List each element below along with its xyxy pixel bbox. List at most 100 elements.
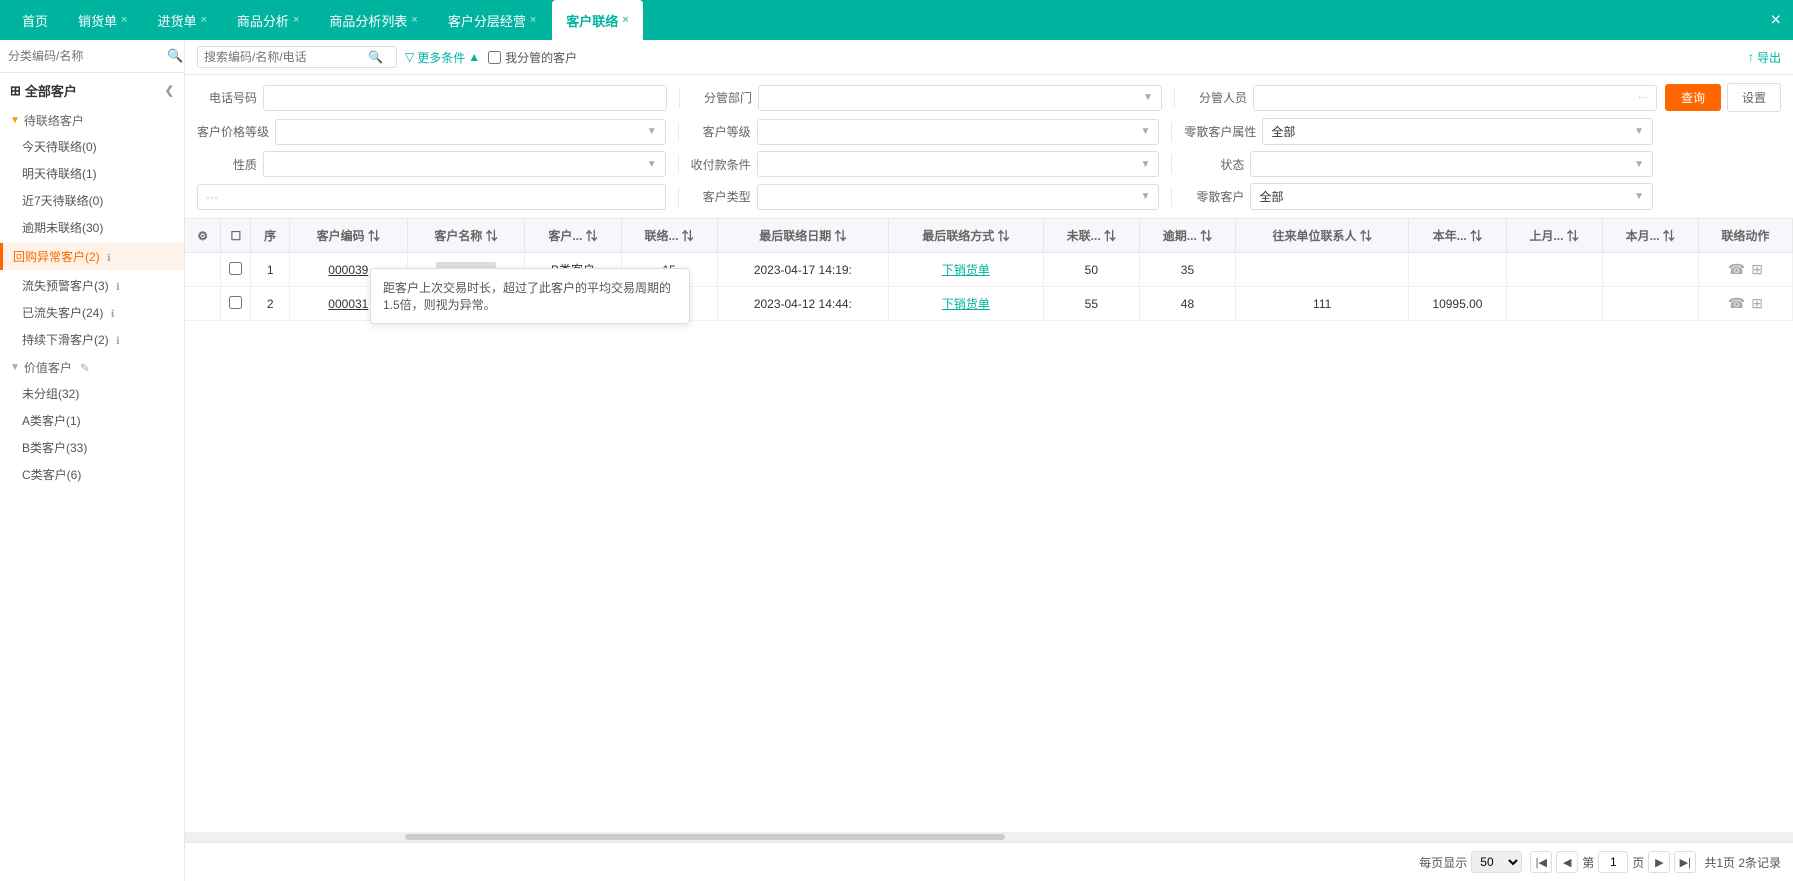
nav-item-customer-contact[interactable]: 客户联络 × — [552, 0, 642, 40]
filter-search-input[interactable] — [204, 50, 364, 64]
last-method-link[interactable]: 下销货单 — [942, 297, 990, 311]
action-cell: ☎ ⊞ — [1698, 253, 1792, 287]
sidebar-item-repurchase-abnormal[interactable]: 回购异常客户(2) ℹ — [0, 243, 184, 270]
export-button[interactable]: ↑ 导出 — [1748, 49, 1781, 66]
row-checkbox[interactable] — [229, 296, 242, 309]
next-page-button[interactable]: ▶ — [1648, 851, 1670, 873]
last-month-col-header[interactable]: 上月... ⇅ — [1506, 219, 1602, 253]
sidebar-group-value[interactable]: ▼ 价值客户 ✎ — [0, 353, 184, 380]
settings-button[interactable]: 设置 — [1727, 83, 1781, 112]
sidebar-search-input[interactable] — [8, 49, 163, 63]
my-customers-checkbox[interactable]: 我分管的客户 — [488, 49, 577, 66]
person-select[interactable]: ··· — [1253, 85, 1657, 111]
edit-icon[interactable]: ✎ — [80, 361, 90, 375]
sidebar-item-class-c[interactable]: C类客户(6) — [0, 461, 184, 488]
all-customers-header[interactable]: ⊞ 全部客户 ❮ — [0, 73, 184, 106]
nav-item-analysis-list[interactable]: 商品分析列表 × — [315, 0, 431, 40]
grid-action-icon[interactable]: ⊞ — [1751, 261, 1763, 278]
nature-select[interactable]: ▼ — [263, 151, 666, 177]
nav-item-purchase[interactable]: 进货单 × — [143, 0, 220, 40]
row-checkbox[interactable] — [229, 262, 242, 275]
my-customers-check[interactable] — [488, 51, 501, 64]
close-all-button[interactable]: × — [1770, 10, 1781, 31]
payment-select[interactable]: ▼ — [757, 151, 1160, 177]
close-icon[interactable]: × — [293, 14, 299, 26]
filter-field-price-level: 客户价格等级 ▼ — [197, 119, 666, 145]
collapse-icon[interactable]: ❮ — [165, 84, 174, 97]
last-method-cell[interactable]: 下销货单 — [889, 287, 1044, 321]
this-month-cell — [1602, 253, 1698, 287]
dept-select[interactable]: ▼ — [758, 85, 1162, 111]
first-page-button[interactable]: |◀ — [1530, 851, 1552, 873]
phone-action-icon[interactable]: ☎ — [1728, 261, 1745, 278]
customer-level-select[interactable]: ▼ — [757, 119, 1160, 145]
scrollbar-thumb[interactable] — [405, 834, 1005, 840]
seq-cell: 1 — [251, 253, 290, 287]
checkbox-cell[interactable] — [221, 287, 251, 321]
sidebar-item-class-b[interactable]: B类客户(33) — [0, 434, 184, 461]
page-input[interactable] — [1598, 851, 1628, 873]
sidebar-item-overdue[interactable]: 逾期未联络(30) — [0, 214, 184, 241]
more-button[interactable]: ··· — [197, 184, 666, 210]
last-page-button[interactable]: ▶| — [1674, 851, 1696, 873]
last-method-cell[interactable]: 下销货单 — [889, 253, 1044, 287]
type-col-header[interactable]: 客户... ⇅ — [525, 219, 621, 253]
top-navigation: 首页 销货单 × 进货单 × 商品分析 × 商品分析列表 × 客户分层经营 × … — [0, 0, 1793, 40]
checkbox-col-header[interactable]: ☐ — [221, 219, 251, 253]
phone-input[interactable] — [263, 85, 667, 111]
info-icon: ℹ — [116, 336, 120, 347]
per-page-select[interactable]: 50 100 200 — [1471, 851, 1522, 873]
last-date-col-header[interactable]: 最后联络日期 ⇅ — [717, 219, 888, 253]
close-icon[interactable]: × — [622, 14, 628, 26]
nav-item-customer-mgmt[interactable]: 客户分层经营 × — [434, 0, 550, 40]
prev-page-button[interactable]: ◀ — [1556, 851, 1578, 873]
horizontal-scrollbar[interactable] — [185, 832, 1793, 842]
name-col-header[interactable]: 客户名称 ⇅ — [407, 219, 525, 253]
price-level-select[interactable]: ▼ — [275, 119, 666, 145]
scatter-attr-select[interactable]: 全部 ▼ — [1262, 118, 1653, 145]
overdue-cell: 35 — [1139, 253, 1235, 287]
sidebar-item-7days[interactable]: 近7天待联络(0) — [0, 187, 184, 214]
action-icons: ☎ ⊞ — [1705, 261, 1786, 278]
more-conditions-button[interactable]: ▽ 更多条件 ▲ — [405, 49, 480, 66]
filter-field-person: 分管人员 ··· — [1187, 85, 1657, 111]
sidebar-item-churn-warning[interactable]: 流失预警客户(3) ℹ — [0, 272, 184, 299]
sidebar-item-class-a[interactable]: A类客户(1) — [0, 407, 184, 434]
sidebar-item-ungroup[interactable]: 未分组(32) — [0, 380, 184, 407]
sidebar-item-today[interactable]: 今天待联络(0) — [0, 133, 184, 160]
this-year-col-header[interactable]: 本年... ⇅ — [1409, 219, 1506, 253]
status-select[interactable]: ▼ — [1250, 151, 1653, 177]
sidebar-item-declining[interactable]: 持续下滑客户(2) ℹ — [0, 326, 184, 353]
sidebar-item-churned[interactable]: 已流失客户(24) ℹ — [0, 299, 184, 326]
scatter-customer-select[interactable]: 全部 ▼ — [1250, 183, 1653, 210]
phone-action-icon[interactable]: ☎ — [1728, 295, 1745, 312]
close-icon[interactable]: × — [530, 14, 536, 26]
action-cell: ☎ ⊞ — [1698, 287, 1792, 321]
nav-item-home[interactable]: 首页 — [8, 0, 62, 40]
close-icon[interactable]: × — [121, 14, 127, 26]
code-col-header[interactable]: 客户编码 ⇅ — [289, 219, 407, 253]
contact-person-col-header[interactable]: 往来单位联系人 ⇅ — [1236, 219, 1409, 253]
nav-item-analysis[interactable]: 商品分析 × — [223, 0, 313, 40]
query-button[interactable]: 查询 — [1665, 84, 1721, 111]
grid-action-icon[interactable]: ⊞ — [1751, 295, 1763, 312]
checkbox-cell[interactable] — [221, 253, 251, 287]
filter-field-more: ··· — [197, 184, 666, 210]
sidebar-item-tomorrow[interactable]: 明天待联络(1) — [0, 160, 184, 187]
close-icon[interactable]: × — [411, 14, 417, 26]
close-icon[interactable]: × — [200, 14, 206, 26]
sidebar-group-pending[interactable]: ▼ 待联络客户 — [0, 106, 184, 133]
last-method-col-header[interactable]: 最后联络方式 ⇅ — [889, 219, 1044, 253]
no-contact-col-header[interactable]: 未联... ⇅ — [1043, 219, 1139, 253]
overdue-col-header[interactable]: 逾期... ⇅ — [1139, 219, 1235, 253]
search-icon[interactable]: 🔍 — [167, 48, 183, 64]
this-month-col-header[interactable]: 本月... ⇅ — [1602, 219, 1698, 253]
customer-type-select[interactable]: ▼ — [757, 184, 1160, 210]
scatter-customer-label: 零散客户 — [1184, 188, 1244, 205]
last-method-link[interactable]: 下销货单 — [942, 263, 990, 277]
contact-col-header[interactable]: 联络... ⇅ — [621, 219, 717, 253]
search-icon[interactable]: 🔍 — [368, 50, 383, 64]
chevron-down-icon: ▼ — [1140, 126, 1150, 137]
nav-item-sales[interactable]: 销货单 × — [64, 0, 141, 40]
settings-col-header[interactable]: ⚙ — [185, 219, 221, 253]
